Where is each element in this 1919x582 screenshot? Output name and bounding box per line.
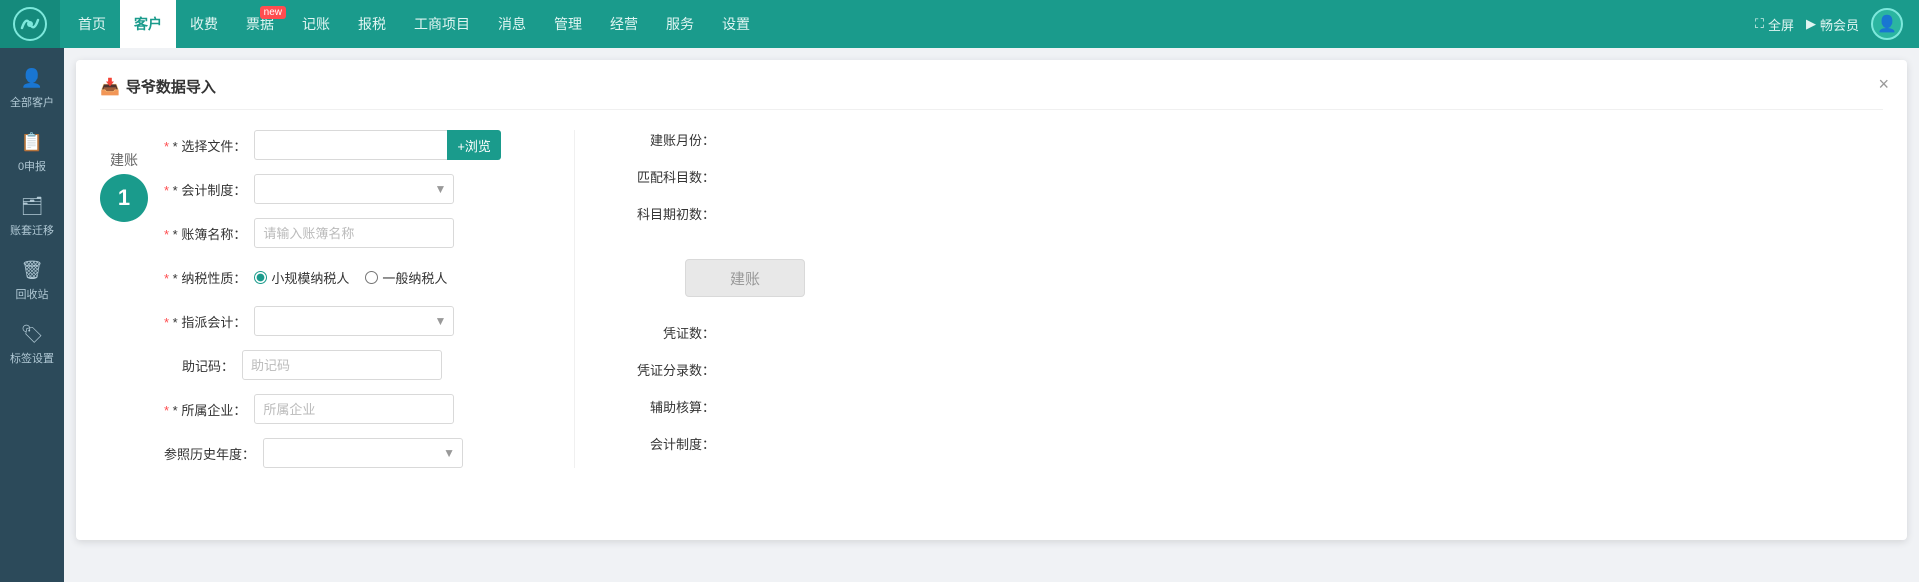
nav-customer[interactable]: 客户 (120, 0, 176, 48)
sidebar: 👤 全部客户 📋 0申报 🗂 账套迁移 🗑 回收站 🏷 标签设置 (0, 48, 64, 582)
build-month-row: 建账月份： (635, 130, 855, 149)
nav-right-area: ⛶ 全屏 ▶ 畅会员 👤 (1755, 8, 1919, 40)
radio-general-taxpayer[interactable]: 一般纳税人 (365, 268, 447, 287)
memo-label: 助记码： (164, 356, 234, 375)
company-row: * 所属企业： (164, 394, 514, 424)
build-month-label: 建账月份： (635, 130, 715, 149)
match-subjects-row: 匹配科目数： (635, 167, 855, 186)
nav-home[interactable]: 首页 (64, 0, 120, 48)
dialog-card: 📥 导爷数据导入 × 建账 1 * 选择文件： (76, 60, 1907, 540)
tax-nature-row: * 纳税性质： 小规模纳税人 一般纳税人 (164, 262, 514, 292)
accounting-system-select-wrapper: ▼ (254, 174, 454, 204)
logo-icon (12, 6, 48, 42)
declaration-icon: 📋 (20, 130, 44, 154)
history-year-select[interactable] (263, 438, 463, 468)
ledger-name-input[interactable] (254, 218, 454, 248)
accounting-system-row: * 会计制度： ▼ (164, 174, 514, 204)
form-wrapper: 建账 1 * 选择文件： +浏览 (100, 130, 1883, 468)
sidebar-item-tag-settings[interactable]: 🏷 标签设置 (0, 314, 64, 374)
history-year-label: 参照历史年度： (164, 444, 255, 463)
accountant-select-wrapper: ▼ (254, 306, 454, 336)
close-button[interactable]: × (1878, 74, 1889, 95)
file-select-row: * 选择文件： +浏览 (164, 130, 514, 160)
accountant-label: * 指派会计： (164, 312, 246, 331)
accountant-select[interactable] (254, 306, 454, 336)
sidebar-item-declaration[interactable]: 📋 0申报 (0, 122, 64, 182)
memo-input[interactable] (242, 350, 442, 380)
nav-settings[interactable]: 设置 (708, 0, 764, 48)
nav-tax[interactable]: 报税 (344, 0, 400, 48)
accountant-row: * 指派会计： ▼ (164, 306, 514, 336)
ledger-name-row: * 账簿名称： (164, 218, 514, 248)
step-area: 建账 1 * 选择文件： +浏览 (100, 130, 514, 468)
voucher-count-label: 凭证数： (635, 323, 715, 342)
ledger-name-label: * 账簿名称： (164, 224, 246, 243)
company-input[interactable] (254, 394, 454, 424)
top-navigation: 首页 客户 收费 票据 new 记账 报税 工商项目 消息 管理 经营 服务 设… (0, 0, 1919, 48)
member-icon: ▶ (1806, 16, 1816, 32)
voucher-count-row: 凭证数： (635, 323, 855, 342)
tax-nature-label: * 纳税性质： (164, 268, 246, 287)
match-subjects-label: 匹配科目数： (635, 167, 715, 186)
voucher-entries-row: 凭证分录数： (635, 360, 855, 379)
tag-icon: 🏷 (20, 322, 44, 346)
sidebar-item-recycle[interactable]: 🗑 回收站 (0, 250, 64, 310)
file-input[interactable] (254, 130, 447, 160)
recycle-icon: 🗑 (20, 258, 44, 282)
radio-general-taxpayer-input[interactable] (365, 271, 378, 284)
step-circle: 1 (100, 174, 148, 222)
step-label: 建账 (110, 134, 138, 170)
app-logo (0, 0, 60, 48)
nav-business[interactable]: 工商项目 (400, 0, 484, 48)
accounting-system2-label: 会计制度： (635, 434, 715, 453)
nav-fee[interactable]: 收费 (176, 0, 232, 48)
avatar-icon: 👤 (1877, 14, 1897, 34)
nav-manage[interactable]: 管理 (540, 0, 596, 48)
accounting-system-select[interactable] (254, 174, 454, 204)
nav-ticket[interactable]: 票据 new (232, 0, 288, 48)
member-btn[interactable]: ▶ 畅会员 (1806, 15, 1859, 34)
accounting-system2-row: 会计制度： (635, 434, 855, 453)
nav-operation[interactable]: 经营 (596, 0, 652, 48)
dialog-title: 📥 导爷数据导入 (100, 76, 1883, 110)
nav-service[interactable]: 服务 (652, 0, 708, 48)
avatar[interactable]: 👤 (1871, 8, 1903, 40)
file-input-wrapper: +浏览 (254, 130, 501, 160)
accounting-system-label: * 会计制度： (164, 180, 246, 199)
import-icon: 📥 (100, 77, 120, 97)
radio-small-taxpayer-input[interactable] (254, 271, 267, 284)
voucher-entries-label: 凭证分录数： (635, 360, 715, 379)
tax-nature-radio-group: 小规模纳税人 一般纳税人 (254, 262, 447, 292)
subject-initial-row: 科目期初数： (635, 204, 855, 223)
aux-accounting-label: 辅助核算： (635, 397, 715, 416)
migrate-icon: 🗂 (20, 194, 44, 218)
file-label: * 选择文件： (164, 136, 246, 155)
nav-message[interactable]: 消息 (484, 0, 540, 48)
memo-row: 助记码： (164, 350, 514, 380)
right-info-panel: 建账月份： 匹配科目数： 科目期初数： 建账 (635, 130, 855, 468)
main-layout: 👤 全部客户 📋 0申报 🗂 账套迁移 🗑 回收站 🏷 标签设置 📥 导爷数据导… (0, 48, 1919, 582)
new-badge: new (260, 6, 286, 19)
aux-accounting-row: 辅助核算： (635, 397, 855, 416)
history-year-select-wrapper: ▼ (263, 438, 463, 468)
content-area: 📥 导爷数据导入 × 建账 1 * 选择文件： (64, 48, 1919, 582)
sidebar-item-all-customers[interactable]: 👤 全部客户 (0, 58, 64, 118)
vertical-divider (574, 130, 575, 468)
subject-initial-label: 科目期初数： (635, 204, 715, 223)
fullscreen-icon: ⛶ (1755, 16, 1764, 32)
browse-button[interactable]: +浏览 (447, 130, 501, 160)
radio-small-taxpayer[interactable]: 小规模纳税人 (254, 268, 349, 287)
history-year-row: 参照历史年度： ▼ (164, 438, 514, 468)
fullscreen-btn[interactable]: ⛶ 全屏 (1755, 15, 1794, 34)
build-account-button[interactable]: 建账 (685, 259, 805, 297)
company-label: * 所属企业： (164, 400, 246, 419)
nav-bookkeeping[interactable]: 记账 (288, 0, 344, 48)
nav-menu: 首页 客户 收费 票据 new 记账 报税 工商项目 消息 管理 经营 服务 设… (64, 0, 764, 48)
all-customers-icon: 👤 (20, 66, 44, 90)
sidebar-item-migrate[interactable]: 🗂 账套迁移 (0, 186, 64, 246)
